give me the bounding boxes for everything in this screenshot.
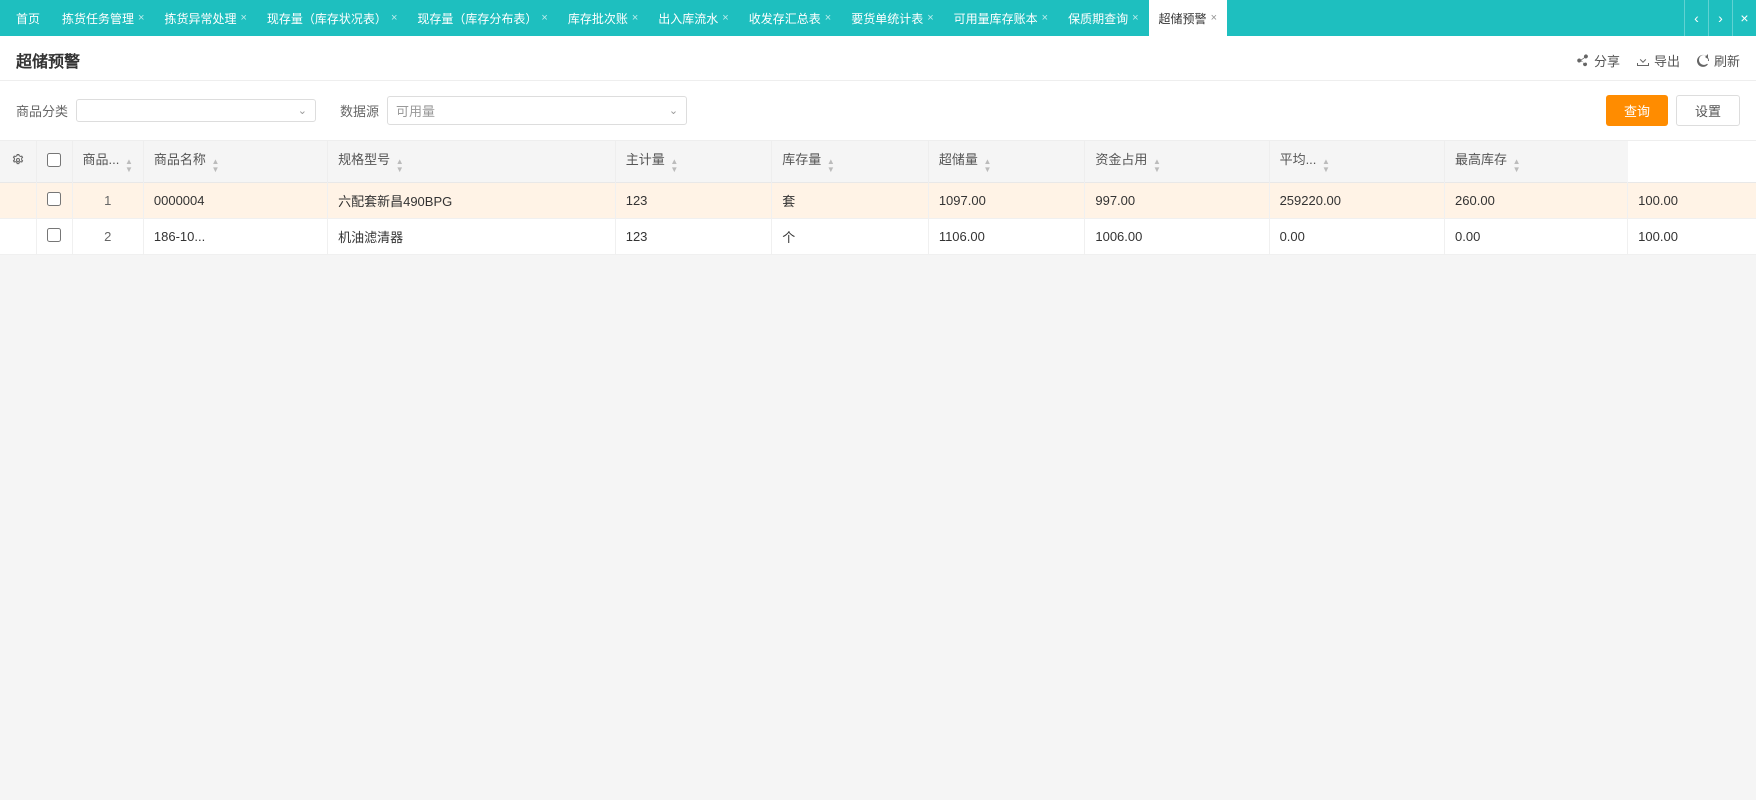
export-button[interactable]: 导出 — [1636, 51, 1680, 70]
nav-arrow-left[interactable]: ‹ — [1684, 0, 1708, 36]
close-icon[interactable]: × — [722, 12, 728, 24]
row-spec: 123 — [615, 183, 772, 219]
settings-col-header[interactable] — [0, 141, 36, 183]
close-icon[interactable]: × — [138, 12, 144, 24]
query-button[interactable]: 查询 — [1606, 95, 1668, 126]
row-number: 2 — [72, 219, 143, 255]
row-unit: 个 — [772, 219, 929, 255]
row-settings-cell — [0, 183, 36, 219]
row-capital: 259220.00 — [1269, 183, 1444, 219]
col-unit[interactable]: 主计量 ▲▼ — [615, 141, 772, 183]
col-product-name[interactable]: 商品名称 ▲▼ — [143, 141, 327, 183]
datasource-filter: 数据源 可用量 ⌄ — [340, 96, 687, 125]
close-icon[interactable]: × — [1042, 12, 1048, 24]
close-icon[interactable]: × — [240, 12, 246, 24]
row-max-stock: 100.00 — [1628, 219, 1756, 255]
nav-arrows-group: ‹ › × — [1684, 0, 1756, 36]
close-icon[interactable]: × — [541, 12, 547, 24]
checkbox-col-header[interactable] — [36, 141, 72, 183]
nav-tab-2[interactable]: 现存量（库存状况表） × — [257, 0, 407, 36]
row-checkbox-cell[interactable] — [36, 183, 72, 219]
top-navigation: 首页 拣货任务管理 × 拣货异常处理 × 现存量（库存状况表） × 现存量（库存… — [0, 0, 1756, 36]
row-settings-cell — [0, 219, 36, 255]
row-overstock: 1006.00 — [1085, 219, 1269, 255]
chevron-down-icon: ⌄ — [298, 104, 307, 117]
close-icon[interactable]: × — [825, 12, 831, 24]
row-max-stock: 100.00 — [1628, 183, 1756, 219]
select-all-checkbox[interactable] — [47, 153, 61, 167]
datasource-select[interactable]: 可用量 ⌄ — [387, 96, 687, 125]
row-checkbox[interactable] — [47, 228, 61, 242]
nav-tab-6[interactable]: 收发存汇总表 × — [739, 0, 841, 36]
refresh-button[interactable]: 刷新 — [1696, 51, 1740, 70]
category-select[interactable]: ⌄ — [76, 99, 316, 122]
close-icon[interactable]: × — [391, 12, 397, 24]
close-icon[interactable]: × — [632, 12, 638, 24]
col-capital[interactable]: 资金占用 ▲▼ — [1085, 141, 1269, 183]
table-row: 1 0000004 六配套新昌490BPG 123 套 1097.00 997.… — [0, 183, 1756, 219]
table-container: 商品... ▲▼ 商品名称 ▲▼ 规格型号 ▲▼ 主计量 ▲▼ 库存量 ▲▼ — [0, 141, 1756, 255]
row-product-name: 机油滤清器 — [328, 219, 616, 255]
row-avg: 0.00 — [1445, 219, 1628, 255]
chevron-down-icon: ⌄ — [669, 104, 678, 117]
nav-tab-5[interactable]: 出入库流水 × — [648, 0, 738, 36]
nav-tab-9[interactable]: 保质期查询 × — [1058, 0, 1148, 36]
nav-tab-8[interactable]: 可用量库存账本 × — [944, 0, 1058, 36]
row-avg: 260.00 — [1445, 183, 1628, 219]
row-spec: 123 — [615, 219, 772, 255]
nav-tab-10[interactable]: 超储预警 × — [1149, 0, 1227, 36]
page-title: 超储预警 — [16, 48, 80, 72]
datasource-label: 数据源 — [340, 101, 379, 120]
nav-arrow-close[interactable]: × — [1732, 0, 1756, 36]
settings-button[interactable]: 设置 — [1676, 95, 1740, 126]
page-header: 超储预警 分享 导出 刷新 — [0, 36, 1756, 81]
row-number: 1 — [72, 183, 143, 219]
header-actions: 分享 导出 刷新 — [1576, 51, 1740, 70]
row-product-code: 0000004 — [143, 183, 327, 219]
nav-tab-3[interactable]: 现存量（库存分布表） × — [407, 0, 557, 36]
close-icon[interactable]: × — [927, 12, 933, 24]
close-icon[interactable]: × — [1211, 12, 1217, 24]
nav-arrow-right[interactable]: › — [1708, 0, 1732, 36]
row-checkbox-cell[interactable] — [36, 219, 72, 255]
close-icon[interactable]: × — [1132, 12, 1138, 24]
nav-tab-0[interactable]: 拣货任务管理 × — [52, 0, 154, 36]
category-label: 商品分类 — [16, 101, 68, 120]
row-stock: 1106.00 — [928, 219, 1085, 255]
row-checkbox[interactable] — [47, 192, 61, 206]
filter-area: 商品分类 ⌄ 数据源 可用量 ⌄ 查询 设置 — [0, 81, 1756, 141]
row-unit: 套 — [772, 183, 929, 219]
gear-icon — [11, 153, 25, 167]
col-stock[interactable]: 库存量 ▲▼ — [772, 141, 929, 183]
table-row: 2 186-10... 机油滤清器 123 个 1106.00 1006.00 … — [0, 219, 1756, 255]
nav-tab-4[interactable]: 库存批次账 × — [558, 0, 648, 36]
col-avg[interactable]: 平均... ▲▼ — [1269, 141, 1444, 183]
col-product-code[interactable]: 商品... ▲▼ — [72, 141, 143, 183]
filter-actions: 查询 设置 — [1606, 95, 1740, 126]
col-overstock[interactable]: 超储量 ▲▼ — [928, 141, 1085, 183]
col-max-stock[interactable]: 最高库存 ▲▼ — [1445, 141, 1628, 183]
table-header-row: 商品... ▲▼ 商品名称 ▲▼ 规格型号 ▲▼ 主计量 ▲▼ 库存量 ▲▼ — [0, 141, 1756, 183]
share-icon — [1576, 53, 1590, 67]
share-button[interactable]: 分享 — [1576, 51, 1620, 70]
category-filter: 商品分类 ⌄ — [16, 99, 316, 122]
row-stock: 1097.00 — [928, 183, 1085, 219]
data-table: 商品... ▲▼ 商品名称 ▲▼ 规格型号 ▲▼ 主计量 ▲▼ 库存量 ▲▼ — [0, 141, 1756, 255]
row-capital: 0.00 — [1269, 219, 1444, 255]
row-overstock: 997.00 — [1085, 183, 1269, 219]
nav-home-tab[interactable]: 首页 — [4, 0, 52, 36]
nav-tab-7[interactable]: 要货单统计表 × — [841, 0, 943, 36]
refresh-icon — [1696, 53, 1710, 67]
row-product-name: 六配套新昌490BPG — [328, 183, 616, 219]
nav-tab-1[interactable]: 拣货异常处理 × — [154, 0, 256, 36]
col-spec[interactable]: 规格型号 ▲▼ — [328, 141, 616, 183]
row-product-code: 186-10... — [143, 219, 327, 255]
export-icon — [1636, 53, 1650, 67]
